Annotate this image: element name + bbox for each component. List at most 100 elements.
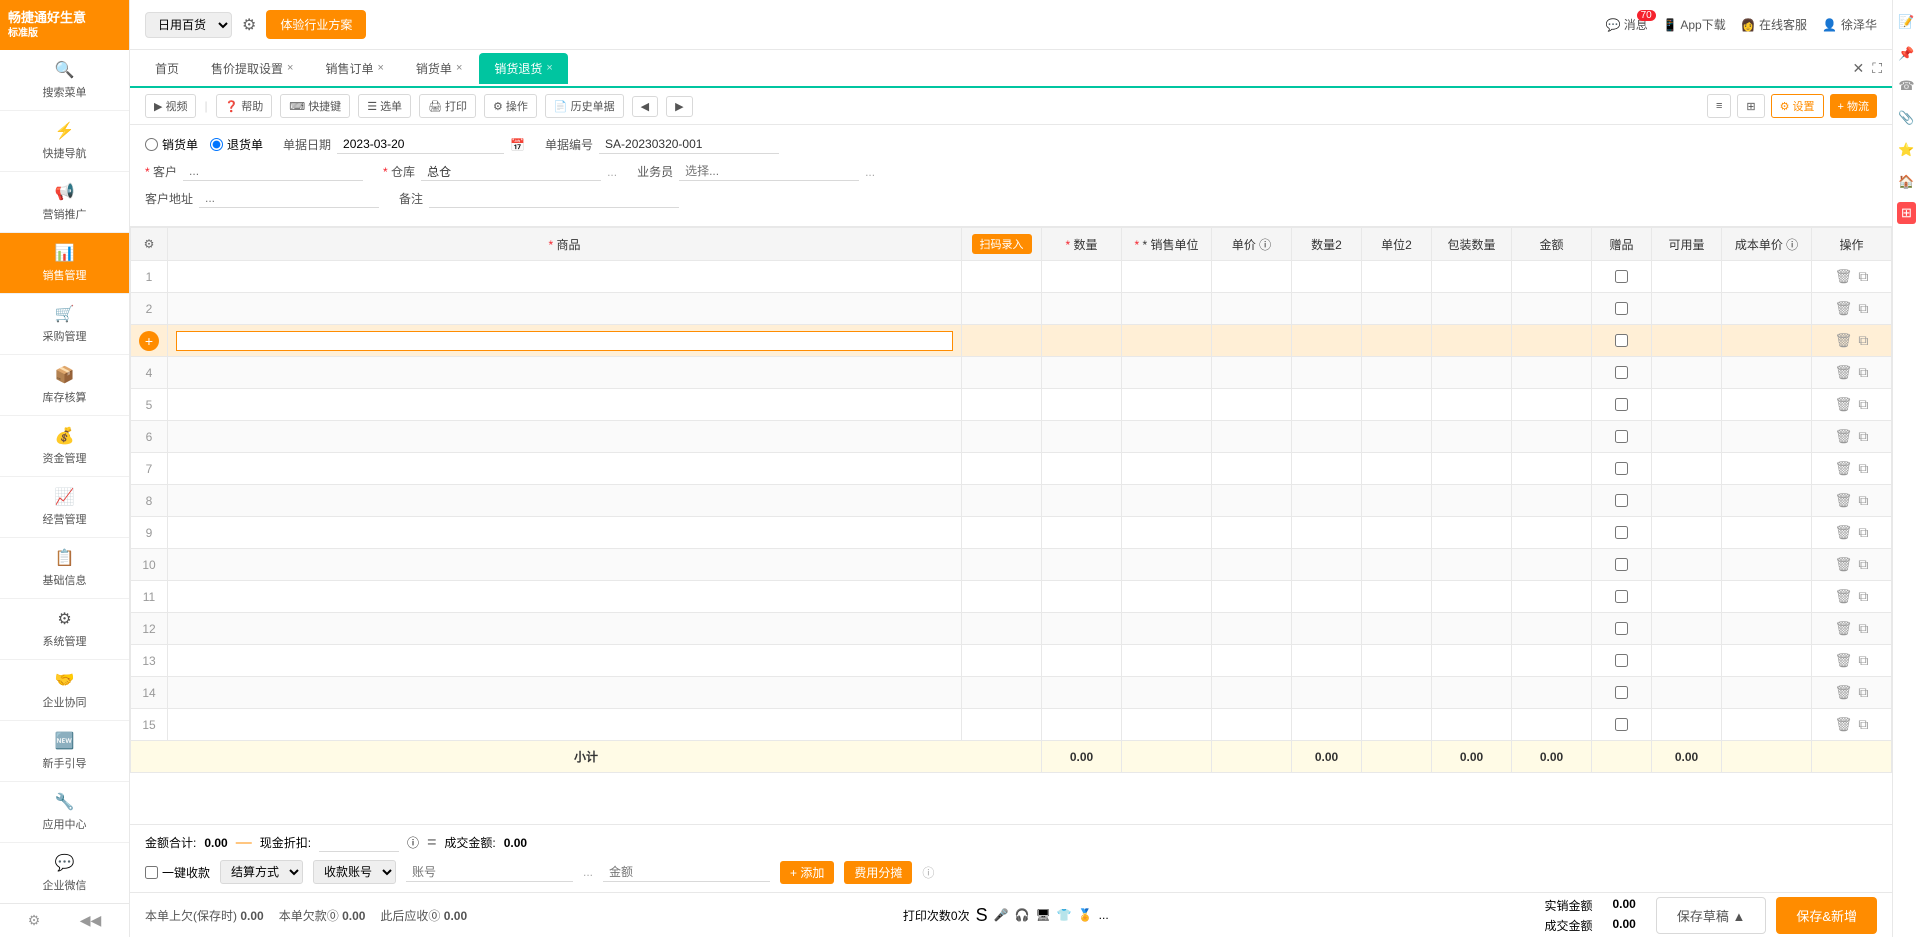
unit-cell-11[interactable] [1122, 581, 1212, 613]
price-cell-2[interactable] [1212, 293, 1292, 325]
tab-4[interactable]: 销货退货× [479, 53, 567, 84]
copy-icon-13[interactable]: ⧉ [1858, 652, 1868, 669]
pack-cell-13[interactable] [1432, 645, 1512, 677]
unit2-cell-1[interactable] [1362, 261, 1432, 293]
industry-select[interactable]: 日用百货 [145, 12, 232, 38]
qty2-cell-6[interactable] [1292, 421, 1362, 453]
gift-cell-9[interactable] [1592, 517, 1652, 549]
product-cell-15[interactable] [168, 709, 962, 741]
unit2-cell-15[interactable] [1362, 709, 1432, 741]
qty-cell-14[interactable] [1042, 677, 1122, 709]
available-cell-15[interactable] [1652, 709, 1722, 741]
unit2-cell-4[interactable] [1362, 357, 1432, 389]
qty2-cell-7[interactable] [1292, 453, 1362, 485]
expand-icon[interactable]: ⛶ [1872, 60, 1882, 77]
gift-check-11[interactable] [1615, 590, 1628, 603]
cost-cell-6[interactable] [1722, 421, 1812, 453]
mic-icon[interactable]: 🎤 [994, 908, 1009, 922]
available-cell-3[interactable] [1652, 325, 1722, 357]
price-cell-12[interactable] [1212, 613, 1292, 645]
unit-cell-4[interactable] [1122, 357, 1212, 389]
tab-close-4[interactable]: × [546, 62, 552, 74]
available-cell-5[interactable] [1652, 389, 1722, 421]
product-cell-3[interactable] [168, 325, 962, 357]
delete-icon-4[interactable]: 🗑 [1835, 364, 1853, 381]
amount-cell-11[interactable] [1512, 581, 1592, 613]
view-list-btn[interactable]: ≡ [1707, 94, 1731, 118]
unit-cell-7[interactable] [1122, 453, 1212, 485]
headset-icon[interactable]: 🎧 [1015, 908, 1030, 922]
available-cell-6[interactable] [1652, 421, 1722, 453]
qty-cell-8[interactable] [1042, 485, 1122, 517]
number-input[interactable] [599, 135, 779, 154]
qty2-cell-10[interactable] [1292, 549, 1362, 581]
pack-cell-9[interactable] [1432, 517, 1512, 549]
qty-cell-2[interactable] [1042, 293, 1122, 325]
cost-cell-8[interactable] [1722, 485, 1812, 517]
delete-icon-13[interactable]: 🗑 [1835, 652, 1853, 669]
history-btn[interactable]: 📄 历史单据 [545, 94, 624, 118]
product-cell-2[interactable] [168, 293, 962, 325]
product-input-3[interactable] [176, 331, 953, 351]
app-download[interactable]: 📱 App下载 [1663, 16, 1726, 33]
gift-check-8[interactable] [1615, 494, 1628, 507]
pack-cell-5[interactable] [1432, 389, 1512, 421]
amount-cell-3[interactable] [1512, 325, 1592, 357]
pack-cell-7[interactable] [1432, 453, 1512, 485]
pack-cell-12[interactable] [1432, 613, 1512, 645]
delete-icon-10[interactable]: 🗑 [1835, 556, 1853, 573]
tab-close-1[interactable]: × [287, 62, 293, 74]
unit-cell-9[interactable] [1122, 517, 1212, 549]
radio-sale[interactable]: 销货单 [145, 136, 198, 153]
available-cell-12[interactable] [1652, 613, 1722, 645]
gift-cell-15[interactable] [1592, 709, 1652, 741]
amount-cell-4[interactable] [1512, 357, 1592, 389]
message-icon[interactable]: 💬 消息 70 [1605, 16, 1647, 33]
save-new-btn[interactable]: 保存&新增 [1776, 897, 1877, 934]
customer-input[interactable] [183, 162, 363, 181]
available-cell-8[interactable] [1652, 485, 1722, 517]
delete-icon-7[interactable]: 🗑 [1835, 460, 1853, 477]
cost-cell-1[interactable] [1722, 261, 1812, 293]
tab-0[interactable]: 首页 [140, 53, 194, 84]
qty2-cell-8[interactable] [1292, 485, 1362, 517]
quickpay-checkbox[interactable]: 一键收款 [145, 864, 210, 881]
amount-cell-13[interactable] [1512, 645, 1592, 677]
unit2-cell-11[interactable] [1362, 581, 1432, 613]
right-panel-home-icon[interactable]: 🏠 [1898, 170, 1914, 194]
tab-close-2[interactable]: × [377, 62, 383, 74]
price-cell-8[interactable] [1212, 485, 1292, 517]
unit2-cell-10[interactable] [1362, 549, 1432, 581]
delete-icon-5[interactable]: 🗑 [1835, 396, 1853, 413]
product-cell-14[interactable] [168, 677, 962, 709]
delete-icon-12[interactable]: 🗑 [1835, 620, 1853, 637]
qty2-cell-4[interactable] [1292, 357, 1362, 389]
right-panel-attach-icon[interactable]: 📎 [1898, 106, 1914, 130]
delete-icon-9[interactable]: 🗑 [1835, 524, 1853, 541]
add-row-btn[interactable]: + [139, 331, 159, 351]
qty-cell-11[interactable] [1042, 581, 1122, 613]
copy-icon-10[interactable]: ⧉ [1858, 556, 1868, 573]
gift-cell-14[interactable] [1592, 677, 1652, 709]
pack-cell-10[interactable] [1432, 549, 1512, 581]
qty-cell-7[interactable] [1042, 453, 1122, 485]
user-menu[interactable]: 👤 徐泽华 [1822, 16, 1877, 33]
amount-cell-8[interactable] [1512, 485, 1592, 517]
gift-check-10[interactable] [1615, 558, 1628, 571]
available-cell-11[interactable] [1652, 581, 1722, 613]
select-btn[interactable]: ☰ 选单 [358, 94, 411, 118]
cost-cell-5[interactable] [1722, 389, 1812, 421]
warehouse-input[interactable] [421, 162, 601, 181]
next-btn[interactable]: ▶ [666, 96, 692, 117]
shirt-icon[interactable]: 👕 [1057, 908, 1072, 922]
award-icon[interactable]: 🏅 [1078, 908, 1093, 922]
delete-icon-3[interactable]: 🗑 [1835, 332, 1853, 349]
amount-cell-6[interactable] [1512, 421, 1592, 453]
qty-cell-4[interactable] [1042, 357, 1122, 389]
settings-icon[interactable]: ⚙ [28, 912, 41, 929]
sidebar-item-shortcut[interactable]: ⚡快捷导航 [0, 111, 129, 172]
amount-cell-1[interactable] [1512, 261, 1592, 293]
available-cell-14[interactable] [1652, 677, 1722, 709]
qty2-cell-11[interactable] [1292, 581, 1362, 613]
pack-cell-4[interactable] [1432, 357, 1512, 389]
